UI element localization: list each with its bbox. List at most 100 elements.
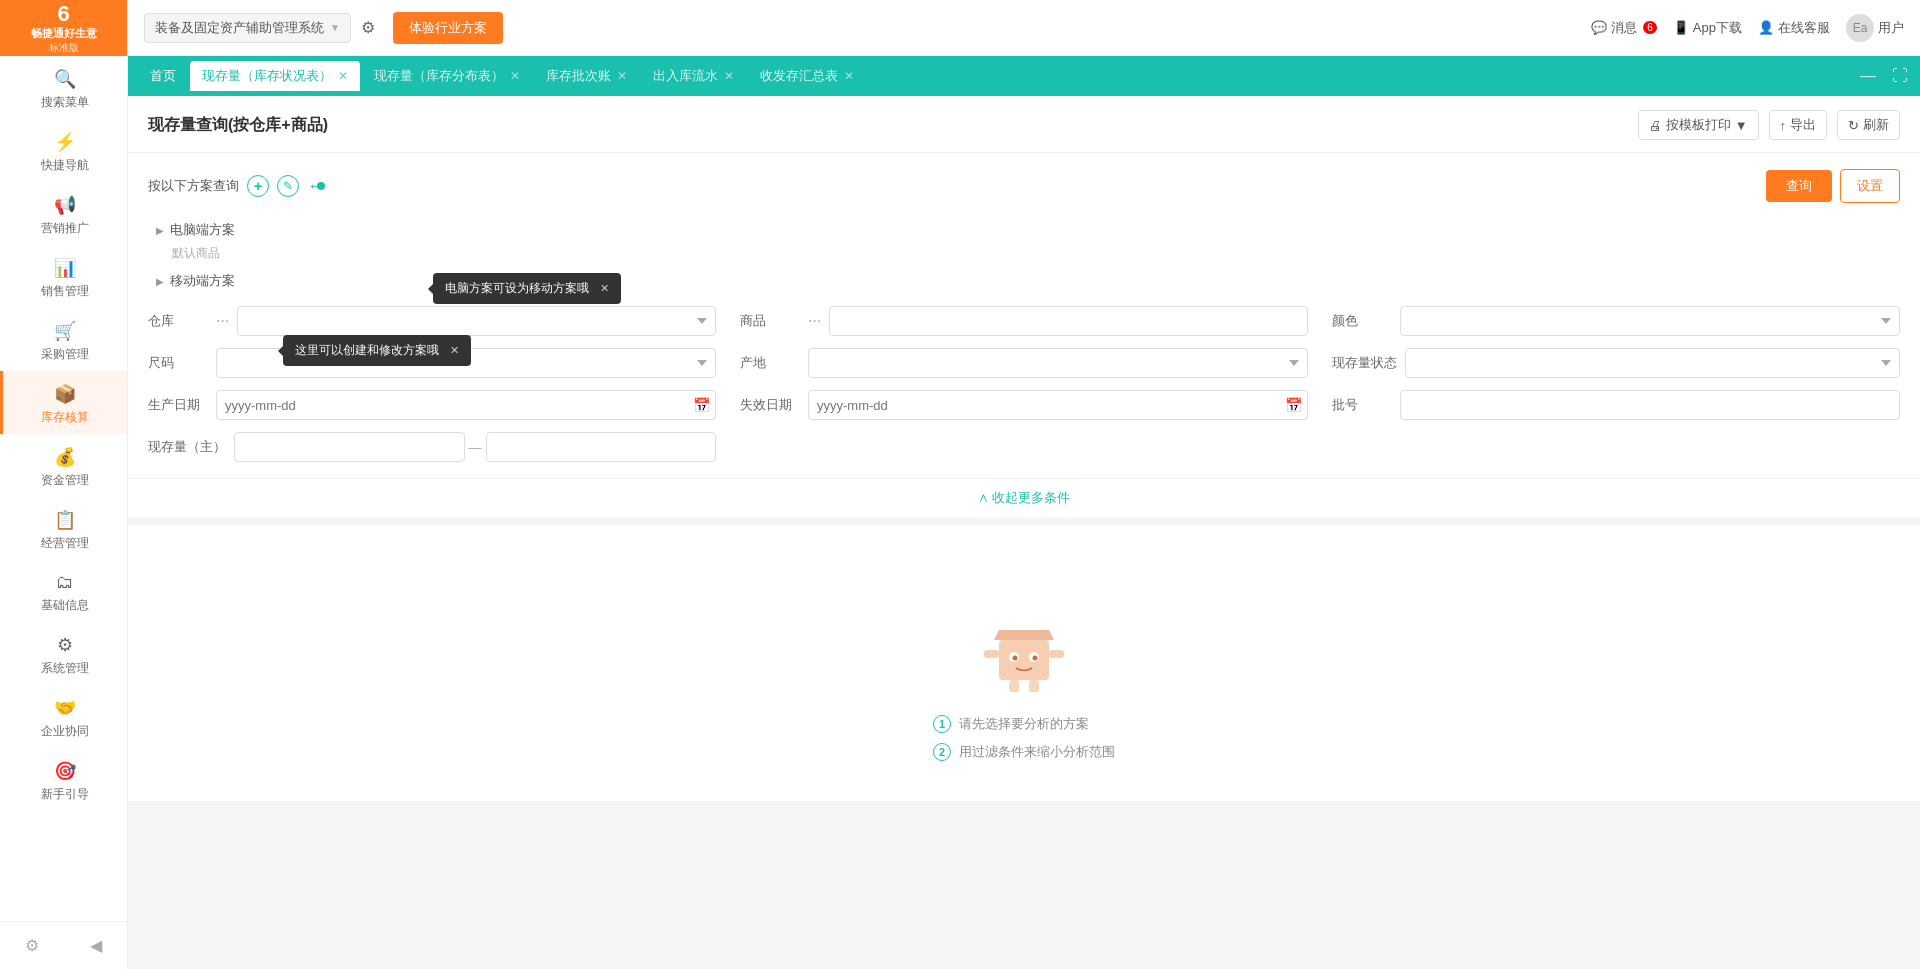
collapse-sidebar-btn[interactable]: ◀ bbox=[82, 932, 110, 959]
sidebar-item-purchase[interactable]: 🛒 采购管理 bbox=[0, 308, 127, 371]
tooltip-scheme-close[interactable]: ✕ bbox=[600, 282, 609, 294]
mobile-icon: 📱 bbox=[1673, 20, 1689, 35]
message-btn[interactable]: 💬 消息 6 bbox=[1591, 19, 1657, 37]
tooltip-create-close[interactable]: ✕ bbox=[450, 344, 459, 356]
sidebar-item-label: 营销推广 bbox=[41, 220, 89, 237]
expiry-date-label: 失效日期 bbox=[740, 396, 800, 414]
sidebar-item-basic[interactable]: 🗂 基础信息 bbox=[0, 560, 127, 622]
pc-node-sub: 默认商品 bbox=[172, 243, 1900, 264]
product-input[interactable] bbox=[829, 306, 1308, 336]
tab-home[interactable]: 首页 bbox=[136, 61, 190, 91]
production-date-input[interactable] bbox=[216, 390, 716, 420]
system-selector[interactable]: 装备及固定资产辅助管理系统 ▼ bbox=[144, 13, 351, 43]
svg-rect-9 bbox=[1029, 680, 1039, 692]
svg-rect-6 bbox=[984, 650, 999, 658]
tab-inventory-status[interactable]: 现存量（库存状况表） ✕ bbox=[190, 61, 360, 91]
filter-field-stock-qty: 现存量（主） — bbox=[148, 432, 716, 462]
topbar: 装备及固定资产辅助管理系统 ▼ ⚙ 体验行业方案 💬 消息 6 📱 App下载 … bbox=[128, 0, 1920, 56]
purchase-icon: 🛒 bbox=[54, 320, 76, 342]
expiry-calendar-icon[interactable]: 📅 bbox=[1285, 397, 1302, 413]
tab-recv-summary-label: 收发存汇总表 bbox=[760, 67, 838, 85]
filter-field-production-date: 生产日期 📅 bbox=[148, 390, 716, 420]
support-icon: 👤 bbox=[1758, 20, 1774, 35]
stock-qty-max[interactable] bbox=[486, 432, 717, 462]
calendar-icon[interactable]: 📅 bbox=[693, 397, 710, 413]
refresh-btn[interactable]: ↻ 刷新 bbox=[1837, 110, 1900, 140]
sidebar-item-sales[interactable]: 📊 销售管理 bbox=[0, 245, 127, 308]
sidebar-item-guide[interactable]: 🎯 新手引导 bbox=[0, 748, 127, 811]
tab-recv-summary[interactable]: 收发存汇总表 ✕ bbox=[748, 61, 866, 91]
settings-bottom-btn[interactable]: ⚙ bbox=[17, 932, 47, 959]
export-btn[interactable]: ↑ 导出 bbox=[1769, 110, 1828, 140]
settings-btn[interactable]: 设置 bbox=[1840, 169, 1900, 203]
system-selector-arrow: ▼ bbox=[330, 22, 340, 33]
filter-add-btn[interactable]: + bbox=[247, 175, 269, 197]
tab-close-icon[interactable]: ✕ bbox=[617, 69, 627, 83]
topbar-gear-icon[interactable]: ⚙ bbox=[361, 18, 375, 37]
operations-icon: 📋 bbox=[54, 509, 76, 531]
warehouse-select[interactable] bbox=[237, 306, 716, 336]
user-btn[interactable]: Ea 用户 bbox=[1846, 14, 1904, 42]
empty-state: 1 请先选择要分析的方案 2 用过滤条件来缩小分析范围 bbox=[128, 525, 1920, 801]
tab-maximize-btn[interactable]: ⛶ bbox=[1888, 65, 1912, 87]
app-download-label: App下载 bbox=[1693, 19, 1742, 37]
user-label: 用户 bbox=[1878, 19, 1904, 37]
tab-inventory-status-label: 现存量（库存状况表） bbox=[202, 67, 332, 85]
print-template-btn[interactable]: 🖨 按模板打印 ▼ bbox=[1638, 110, 1759, 140]
svg-marker-1 bbox=[994, 630, 1054, 640]
tab-inout-flow[interactable]: 出入库流水 ✕ bbox=[641, 61, 746, 91]
scheme-node-pc[interactable]: ▶ 电脑端方案 bbox=[156, 217, 1900, 243]
refresh-icon: ↻ bbox=[1848, 118, 1859, 133]
color-label: 颜色 bbox=[1332, 312, 1392, 330]
sidebar-item-operations[interactable]: 📋 经营管理 bbox=[0, 497, 127, 560]
color-select[interactable] bbox=[1400, 306, 1900, 336]
tab-inventory-dist[interactable]: 现存量（库存分布表） ✕ bbox=[362, 61, 532, 91]
stock-qty-min[interactable] bbox=[234, 432, 465, 462]
tab-close-icon[interactable]: ✕ bbox=[724, 69, 734, 83]
page-content: 现存量查询(按仓库+商品) 🖨 按模板打印 ▼ ↑ 导出 ↻ 刷新 bbox=[128, 96, 1920, 969]
filter-field-expiry-date: 失效日期 📅 bbox=[740, 390, 1308, 420]
sidebar-item-quick[interactable]: ⚡ 快捷导航 bbox=[0, 119, 127, 182]
tabs-bar: 首页 现存量（库存状况表） ✕ 现存量（库存分布表） ✕ 库存批次账 ✕ 出入库… bbox=[128, 56, 1920, 96]
tab-minimize-btn[interactable]: — bbox=[1856, 65, 1880, 87]
sidebar-item-search[interactable]: 🔍 搜索菜单 bbox=[0, 56, 127, 119]
tab-close-icon[interactable]: ✕ bbox=[844, 69, 854, 83]
production-date-wrapper: 📅 bbox=[216, 390, 716, 420]
tab-close-icon[interactable]: ✕ bbox=[338, 69, 348, 83]
industry-btn[interactable]: 体验行业方案 bbox=[393, 12, 503, 44]
logo-main: 畅捷通好生意 bbox=[31, 27, 97, 40]
online-support-btn[interactable]: 👤 在线客服 bbox=[1758, 19, 1830, 37]
step-label-1: 请先选择要分析的方案 bbox=[959, 715, 1089, 733]
sidebar-item-label: 采购管理 bbox=[41, 346, 89, 363]
batch-input[interactable] bbox=[1400, 390, 1900, 420]
avatar: Ea bbox=[1846, 14, 1874, 42]
collapse-icon: ∧ bbox=[978, 490, 989, 505]
scheme-node-mobile[interactable]: ▶ 移动端方案 bbox=[156, 268, 1900, 294]
expiry-date-input[interactable] bbox=[808, 390, 1308, 420]
sidebar-item-marketing[interactable]: 📢 营销推广 bbox=[0, 182, 127, 245]
sidebar-item-collab[interactable]: 🤝 企业协同 bbox=[0, 685, 127, 748]
tab-close-icon[interactable]: ✕ bbox=[510, 69, 520, 83]
pc-node-sub-hint: 默认商品 bbox=[172, 246, 220, 260]
sidebar-item-system[interactable]: ⚙ 系统管理 bbox=[0, 622, 127, 685]
tab-batch-account[interactable]: 库存批次账 ✕ bbox=[534, 61, 639, 91]
sidebar-item-inventory[interactable]: 📦 库存核算 bbox=[0, 371, 127, 434]
svg-rect-7 bbox=[1049, 650, 1064, 658]
print-icon: 🖨 bbox=[1649, 118, 1662, 133]
collapse-bar[interactable]: ∧ 收起更多条件 bbox=[128, 479, 1920, 517]
query-btn[interactable]: 查询 bbox=[1766, 170, 1832, 202]
sidebar-item-label: 企业协同 bbox=[41, 723, 89, 740]
svg-point-4 bbox=[1013, 656, 1018, 661]
product-dots[interactable]: ··· bbox=[808, 312, 821, 330]
logo-icon: 6 bbox=[57, 1, 69, 27]
warehouse-dots[interactable]: ··· bbox=[216, 312, 229, 330]
sidebar-item-finance[interactable]: 💰 资金管理 bbox=[0, 434, 127, 497]
filter-edit-btn[interactable]: ✎ bbox=[277, 175, 299, 197]
origin-select[interactable] bbox=[808, 348, 1308, 378]
step-label-2: 用过滤条件来缩小分析范围 bbox=[959, 743, 1115, 761]
basic-icon: 🗂 bbox=[56, 572, 74, 593]
marketing-icon: 📢 bbox=[54, 194, 76, 216]
tooltip-scheme: 电脑方案可设为移动方案哦 ✕ bbox=[433, 273, 621, 304]
stock-status-select[interactable] bbox=[1405, 348, 1900, 378]
app-download-btn[interactable]: 📱 App下载 bbox=[1673, 19, 1742, 37]
